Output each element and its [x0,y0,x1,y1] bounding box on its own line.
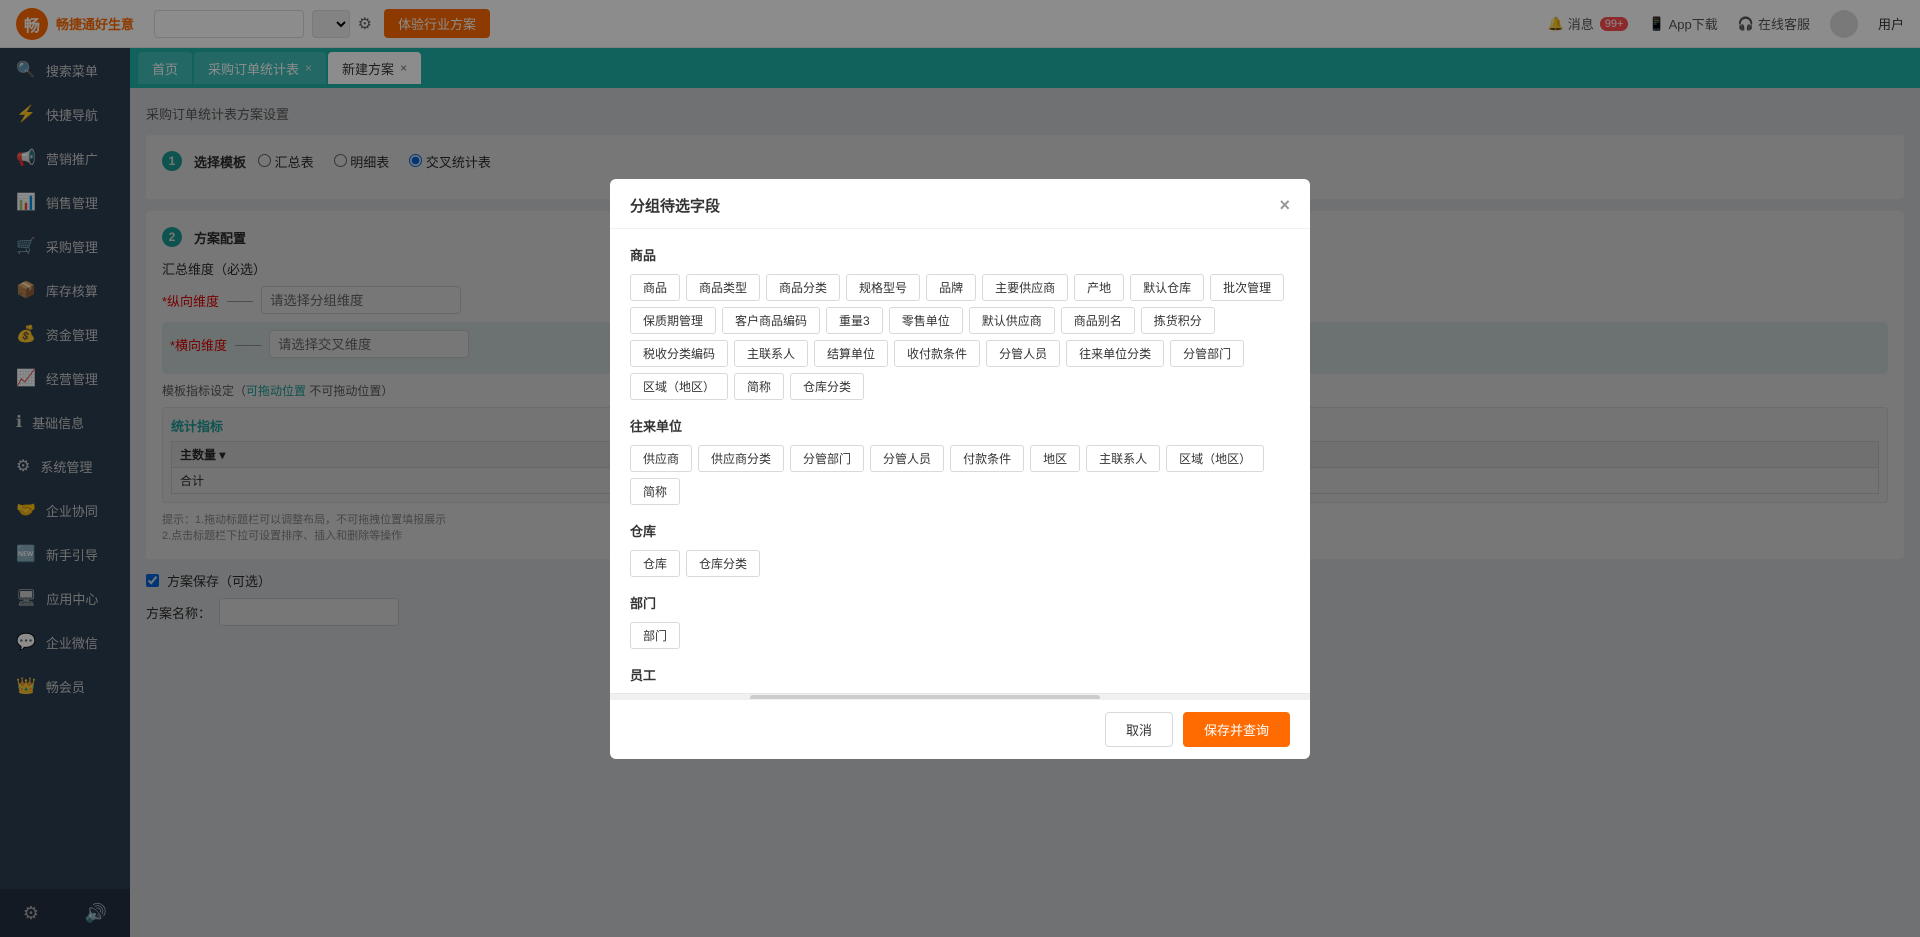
tag-main-contact[interactable]: 主联系人 [734,340,808,367]
tag-pick-score[interactable]: 拣货积分 [1141,307,1215,334]
modal-body: 商品 商品 商品类型 商品分类 规格型号 品牌 主要供应商 产地 默认仓库 批次… [610,229,1310,693]
section-warehouse: 仓库 仓库 仓库分类 [630,521,1290,577]
tag-supervisor[interactable]: 分管人员 [986,340,1060,367]
tag-abbrev-p[interactable]: 简称 [630,478,680,505]
tag-product-alias[interactable]: 商品别名 [1061,307,1135,334]
tag-partner-category[interactable]: 往来单位分类 [1066,340,1164,367]
tag-region-p[interactable]: 地区 [1030,445,1080,472]
section-partner: 往来单位 供应商 供应商分类 分管部门 分管人员 付款条件 地区 主联系人 区域… [630,416,1290,505]
tag-product-type[interactable]: 商品类型 [686,274,760,301]
section-employee: 员工 业务员 [630,665,1290,693]
tag-supplier[interactable]: 供应商 [630,445,692,472]
tag-payment-terms[interactable]: 收付款条件 [894,340,980,367]
modal-overlay: 分组待选字段 × 商品 商品 商品类型 商品分类 规格型号 品牌 主要供应商 产… [0,0,1920,937]
tag-warehouse-cat[interactable]: 仓库分类 [686,550,760,577]
tag-weight[interactable]: 重量3 [826,307,883,334]
tag-abbrev-product[interactable]: 简称 [734,373,784,400]
tag-batch-mgmt[interactable]: 批次管理 [1210,274,1284,301]
tag-warehouse[interactable]: 仓库 [630,550,680,577]
modal-confirm-btn[interactable]: 保存并查询 [1183,712,1290,747]
tag-customer-code[interactable]: 客户商品编码 [722,307,820,334]
section-warehouse-title: 仓库 [630,521,1290,540]
tag-origin[interactable]: 产地 [1074,274,1124,301]
modal-title: 分组待选字段 [630,195,720,216]
tag-region-product[interactable]: 区域（地区） [630,373,728,400]
tag-main-contact-p[interactable]: 主联系人 [1086,445,1160,472]
field-select-modal: 分组待选字段 × 商品 商品 商品类型 商品分类 规格型号 品牌 主要供应商 产… [610,179,1310,759]
tag-supervisor-p[interactable]: 分管人员 [870,445,944,472]
tag-supplier-category[interactable]: 供应商分类 [698,445,784,472]
tag-dept-managed-p[interactable]: 分管部门 [790,445,864,472]
modal-cancel-btn[interactable]: 取消 [1105,712,1173,747]
tag-retail-unit[interactable]: 零售单位 [889,307,963,334]
tag-tax-code[interactable]: 税收分类编码 [630,340,728,367]
tag-dept-managed[interactable]: 分管部门 [1170,340,1244,367]
section-product-tags: 商品 商品类型 商品分类 规格型号 品牌 主要供应商 产地 默认仓库 批次管理 … [630,274,1290,400]
modal-close-btn[interactable]: × [1279,195,1290,216]
tag-product[interactable]: 商品 [630,274,680,301]
section-partner-title: 往来单位 [630,416,1290,435]
modal-horizontal-scrollbar[interactable] [610,693,1310,699]
tag-spec-model[interactable]: 规格型号 [846,274,920,301]
tag-payment-terms-p[interactable]: 付款条件 [950,445,1024,472]
section-employee-title: 员工 [630,665,1290,684]
modal-footer: 取消 保存并查询 [610,699,1310,759]
tag-default-supplier[interactable]: 默认供应商 [969,307,1055,334]
tag-settlement-unit[interactable]: 结算单位 [814,340,888,367]
section-dept-title: 部门 [630,593,1290,612]
tag-dept[interactable]: 部门 [630,622,680,649]
tag-region2-p[interactable]: 区域（地区） [1166,445,1264,472]
section-dept-tags: 部门 [630,622,1290,649]
section-product: 商品 商品 商品类型 商品分类 规格型号 品牌 主要供应商 产地 默认仓库 批次… [630,245,1290,400]
tag-main-supplier[interactable]: 主要供应商 [982,274,1068,301]
section-product-title: 商品 [630,245,1290,264]
modal-hscroll-thumb [750,695,1100,699]
tag-warehouse-category[interactable]: 仓库分类 [790,373,864,400]
tag-brand[interactable]: 品牌 [926,274,976,301]
section-partner-tags: 供应商 供应商分类 分管部门 分管人员 付款条件 地区 主联系人 区域（地区） … [630,445,1290,505]
tag-expiry-mgmt[interactable]: 保质期管理 [630,307,716,334]
tag-default-warehouse[interactable]: 默认仓库 [1130,274,1204,301]
modal-header: 分组待选字段 × [610,179,1310,229]
tag-product-category[interactable]: 商品分类 [766,274,840,301]
section-dept: 部门 部门 [630,593,1290,649]
section-warehouse-tags: 仓库 仓库分类 [630,550,1290,577]
